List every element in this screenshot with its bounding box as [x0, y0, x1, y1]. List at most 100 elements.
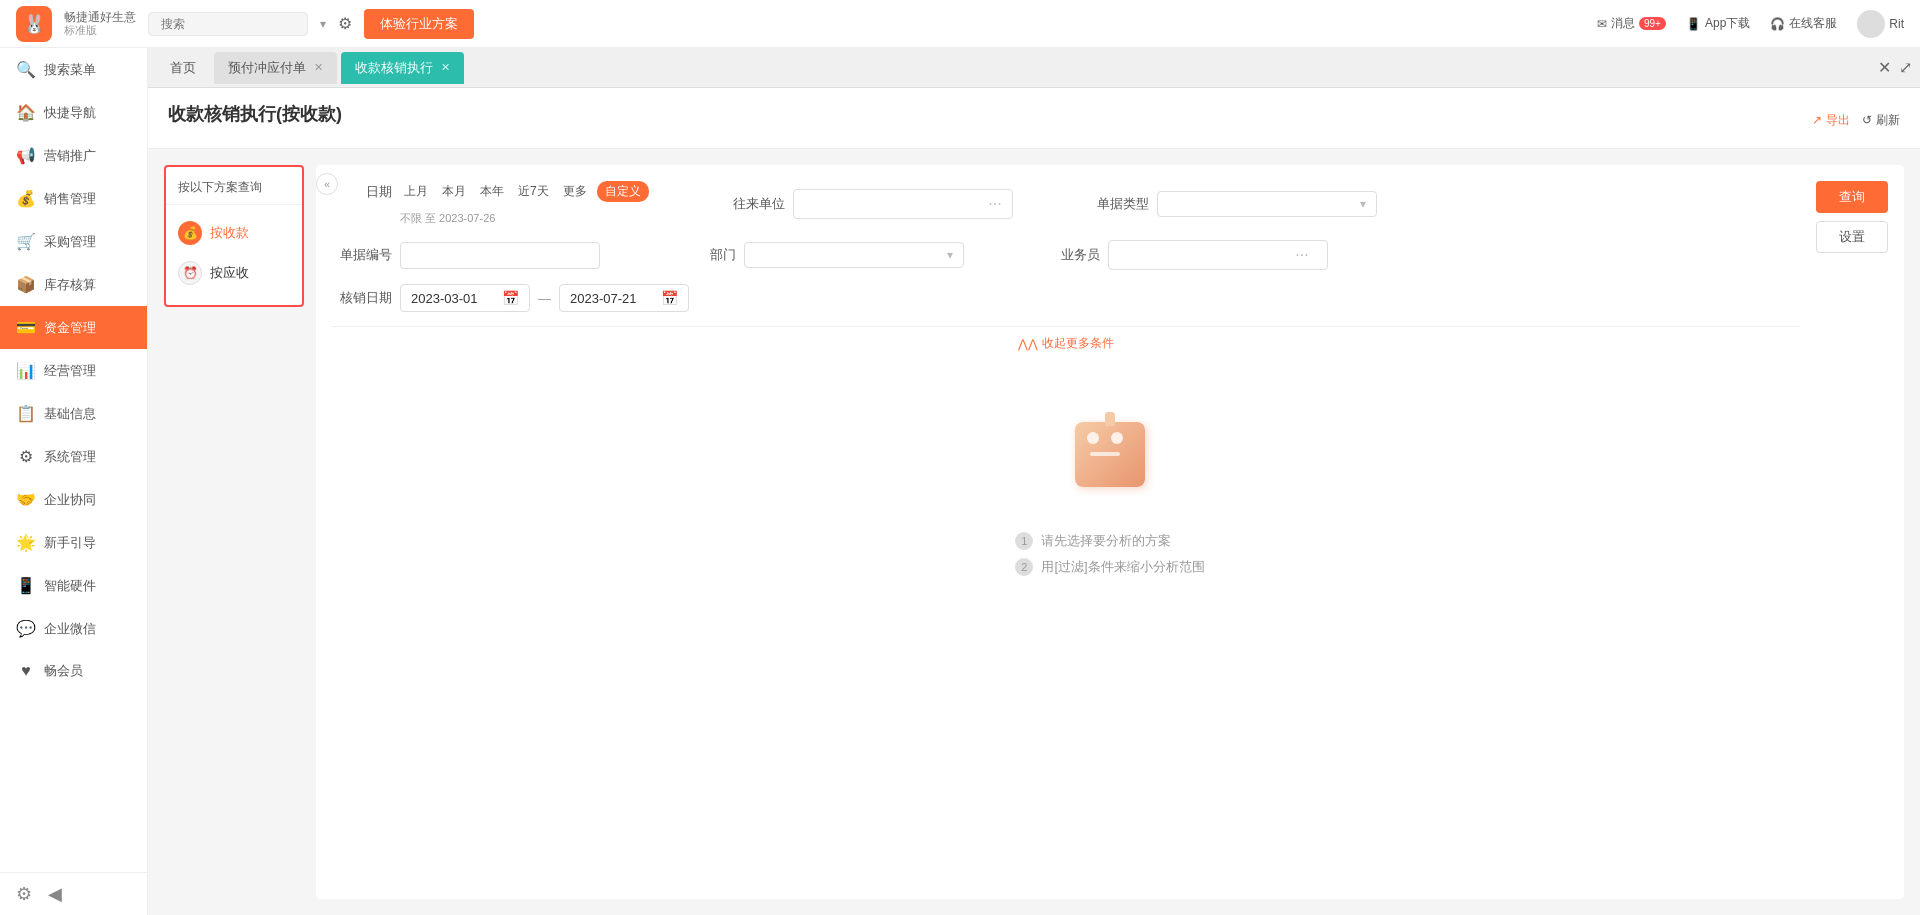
tab-bar: 首页 预付冲应付单 ✕ 收款核销执行 ✕ ✕ ⤢ — [148, 48, 1920, 88]
bill-no-input[interactable] — [400, 242, 600, 269]
sidebar-item-system[interactable]: ⚙ 系统管理 — [0, 435, 147, 478]
sidebar-item-label: 畅会员 — [44, 662, 83, 680]
message-badge: 99+ — [1639, 17, 1666, 30]
tab-home-label: 首页 — [170, 59, 196, 77]
sidebar: 🔍 搜索菜单 🏠 快捷导航 📢 营销推广 💰 销售管理 🛒 采购管理 📦 库存核… — [0, 48, 148, 915]
sidebar-item-basic-info[interactable]: 📋 基础信息 — [0, 392, 147, 435]
writeoff-start-input[interactable]: 2023-03-01 📅 — [400, 284, 530, 312]
panel-collapse-btn[interactable]: « — [316, 173, 338, 195]
shortcut-this-month[interactable]: 本月 — [438, 181, 470, 202]
online-service-item[interactable]: 🎧 在线客服 — [1770, 15, 1837, 32]
tab-writeoff-close-icon[interactable]: ✕ — [441, 61, 450, 74]
filter-by-receivable[interactable]: ⏰ 按应收 — [166, 253, 302, 293]
collapse-conditions-button[interactable]: ⋀⋀ 收起更多条件 — [1018, 335, 1114, 352]
by-receivable-icon: ⏰ — [178, 261, 202, 285]
user-avatar — [1857, 10, 1885, 38]
app-download-item[interactable]: 📱 App下载 — [1686, 15, 1750, 32]
filter-by-receipt[interactable]: 💰 按收款 — [166, 213, 302, 253]
export-button[interactable]: ↗ 导出 — [1812, 112, 1850, 129]
partner-field: 往来单位 ··· — [725, 189, 1013, 219]
refresh-button[interactable]: ↺ 刷新 — [1862, 112, 1900, 129]
form-row-2: 单据编号 部门 ▾ 业务员 — [332, 240, 1800, 270]
tab-prepay-label: 预付冲应付单 — [228, 59, 306, 77]
user-item[interactable]: Rit — [1857, 10, 1904, 38]
date-shortcuts-row: 日期 上月 本月 本年 近7天 更多 自定义 — [332, 181, 649, 202]
sidebar-item-sales[interactable]: 💰 销售管理 — [0, 177, 147, 220]
writeoff-date-field: 核销日期 2023-03-01 📅 — 2023-07-21 📅 — [332, 284, 689, 312]
page-header: 收款核销执行(按收款) ↗ 导出 ↺ 刷新 — [148, 88, 1920, 149]
dept-label: 部门 — [676, 246, 736, 264]
app-name: 畅捷通好生意 — [64, 10, 136, 24]
sidebar-item-hardware[interactable]: 📱 智能硬件 — [0, 564, 147, 607]
sidebar-item-guide[interactable]: 🌟 新手引导 — [0, 521, 147, 564]
date-field-group: 日期 上月 本月 本年 近7天 更多 自定义 — [332, 181, 649, 226]
shortcut-this-year[interactable]: 本年 — [476, 181, 508, 202]
marketing-icon: 📢 — [16, 146, 36, 165]
tab-home[interactable]: 首页 — [156, 52, 210, 84]
collapse-conditions-label: 收起更多条件 — [1042, 335, 1114, 352]
settings-icon[interactable]: ⚙ — [338, 14, 352, 33]
sidebar-item-finance[interactable]: 💳 资金管理 — [0, 306, 147, 349]
step-2-text: 用[过滤]条件来缩小分析范围 — [1041, 554, 1204, 580]
sidebar-item-member[interactable]: ♥ 畅会员 — [0, 650, 147, 692]
bill-type-select[interactable]: ▾ — [1157, 191, 1377, 217]
shortcut-more[interactable]: 更多 — [559, 181, 591, 202]
message-icon: ✉ — [1597, 17, 1607, 31]
bill-no-field: 单据编号 — [332, 242, 600, 269]
dept-select[interactable]: ▾ — [744, 242, 964, 268]
bill-type-chevron-icon: ▾ — [1360, 197, 1366, 211]
sidebar-item-search-menu[interactable]: 🔍 搜索菜单 — [0, 48, 147, 91]
member-icon: ♥ — [16, 662, 36, 680]
tab-writeoff-label: 收款核销执行 — [355, 59, 433, 77]
service-icon: 🎧 — [1770, 17, 1785, 31]
sidebar-item-marketing[interactable]: 📢 营销推广 — [0, 134, 147, 177]
settings-button[interactable]: 设置 — [1816, 221, 1888, 253]
tab-prepay[interactable]: 预付冲应付单 ✕ — [214, 52, 337, 84]
bill-type-label: 单据类型 — [1089, 195, 1149, 213]
enterprise-icon: 🤝 — [16, 490, 36, 509]
collapse-up-icon: ⋀⋀ — [1018, 337, 1038, 351]
message-item[interactable]: ✉ 消息 99+ — [1597, 15, 1666, 32]
top-search-input[interactable] — [148, 12, 308, 36]
basic-info-icon: 📋 — [16, 404, 36, 423]
shortcut-7days[interactable]: 近7天 — [514, 181, 553, 202]
industry-btn[interactable]: 体验行业方案 — [364, 9, 474, 39]
partner-select[interactable]: ··· — [793, 189, 1013, 219]
message-label: 消息 — [1611, 15, 1635, 32]
guide-icon: 🌟 — [16, 533, 36, 552]
finance-icon: 💳 — [16, 318, 36, 337]
tab-prepay-close-icon[interactable]: ✕ — [314, 61, 323, 74]
sidebar-item-inventory[interactable]: 📦 库存核算 — [0, 263, 147, 306]
bottom-settings-icon[interactable]: ⚙ — [16, 883, 32, 905]
app-logo: 🐰 — [16, 6, 52, 42]
sidebar-item-operations[interactable]: 📊 经营管理 — [0, 349, 147, 392]
shortcut-last-month[interactable]: 上月 — [400, 181, 432, 202]
tab-close-action-icon[interactable]: ✕ — [1878, 58, 1891, 77]
step-2-num: 2 — [1015, 558, 1033, 576]
writeoff-start-cal-icon: 📅 — [502, 290, 519, 306]
top-bar-right: ✉ 消息 99+ 📱 App下载 🎧 在线客服 Rit — [1597, 10, 1904, 38]
tab-expand-action-icon[interactable]: ⤢ — [1899, 58, 1912, 77]
sidebar-item-wechat[interactable]: 💬 企业微信 — [0, 607, 147, 650]
date-range-separator: — — [538, 291, 551, 306]
query-form: 日期 上月 本月 本年 近7天 更多 自定义 — [316, 165, 1904, 899]
sales-icon: 💰 — [16, 189, 36, 208]
sidebar-item-label: 企业微信 — [44, 620, 96, 638]
tab-writeoff[interactable]: 收款核销执行 ✕ — [341, 52, 464, 84]
robot-antenna — [1105, 412, 1115, 426]
sidebar-item-label: 库存核算 — [44, 276, 96, 294]
query-button[interactable]: 查询 — [1816, 181, 1888, 213]
bottom-collapse-icon[interactable]: ◀ — [48, 883, 62, 905]
sidebar-item-label: 搜索菜单 — [44, 61, 96, 79]
shortcut-custom[interactable]: 自定义 — [597, 181, 649, 202]
sidebar-item-label: 快捷导航 — [44, 104, 96, 122]
content-area: 按以下方案查询 💰 按收款 ⏰ 按应收 « — [148, 149, 1920, 915]
search-chevron-icon[interactable]: ▾ — [320, 17, 326, 31]
sidebar-item-label: 销售管理 — [44, 190, 96, 208]
sidebar-item-purchase[interactable]: 🛒 采购管理 — [0, 220, 147, 263]
sidebar-item-enterprise[interactable]: 🤝 企业协同 — [0, 478, 147, 521]
writeoff-end-input[interactable]: 2023-07-21 📅 — [559, 284, 689, 312]
salesperson-select[interactable]: ··· — [1108, 240, 1328, 270]
writeoff-start-value: 2023-03-01 — [411, 291, 478, 306]
sidebar-item-quick-nav[interactable]: 🏠 快捷导航 — [0, 91, 147, 134]
